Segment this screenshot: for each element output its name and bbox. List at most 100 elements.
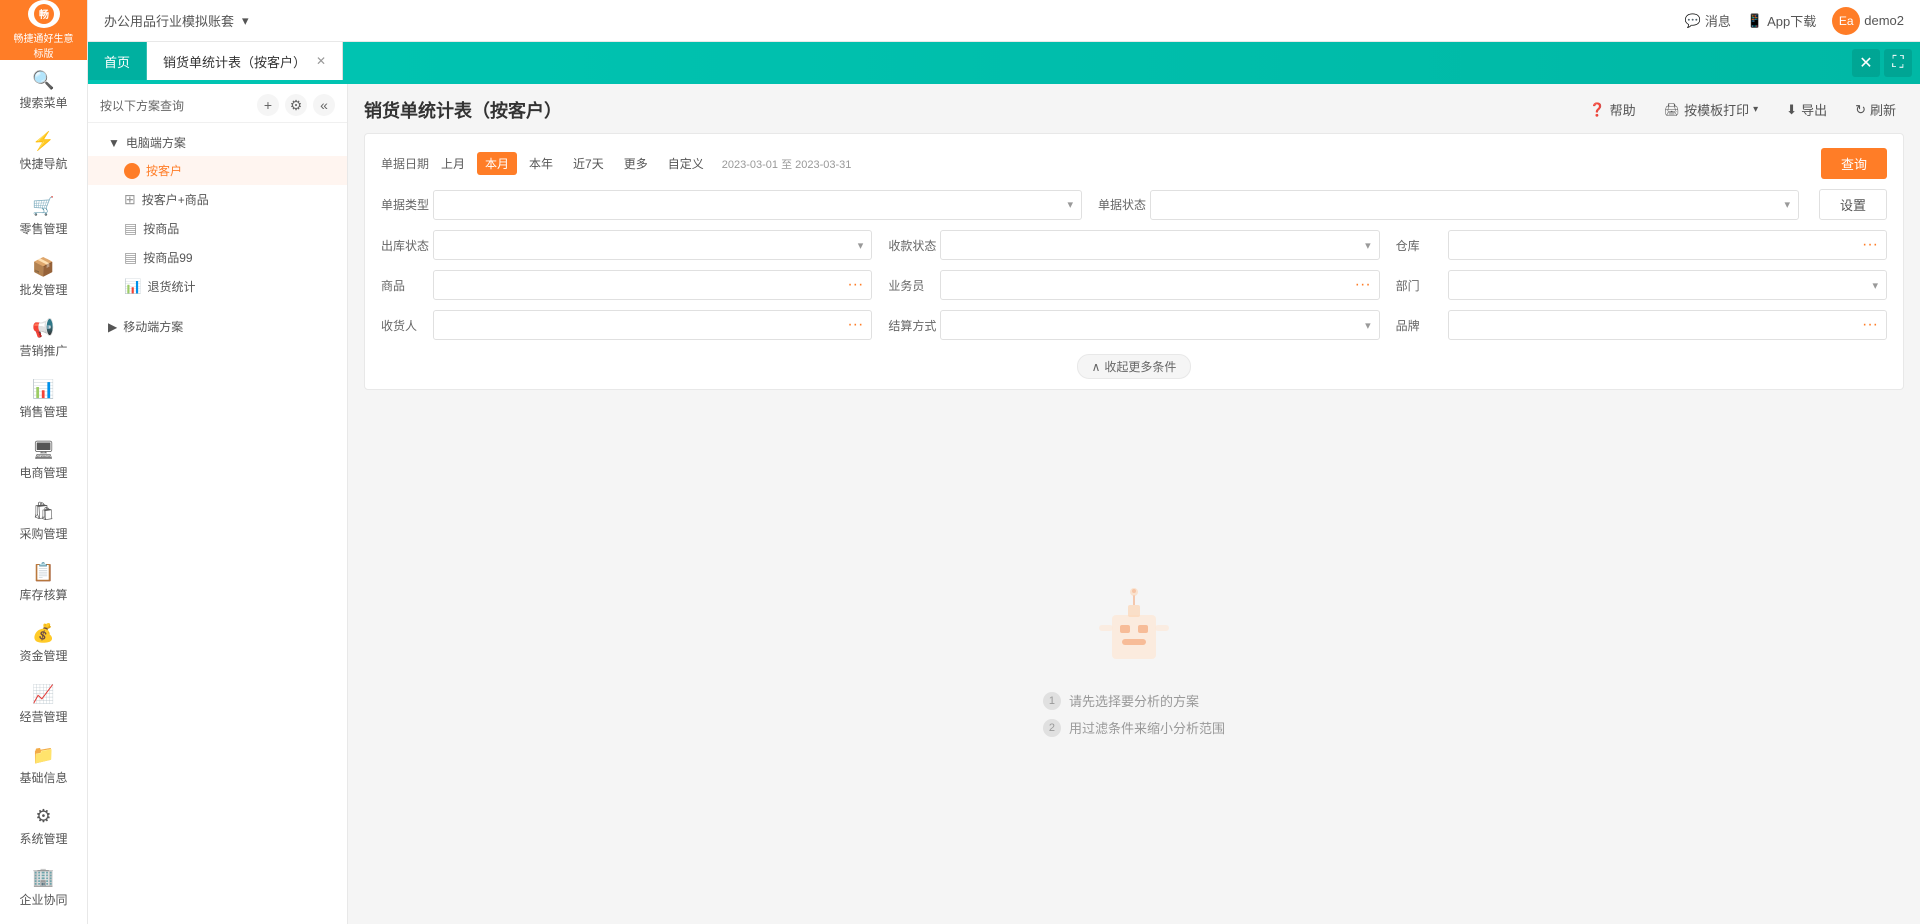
sidebar-item-finance[interactable]: 💰 资金管理: [0, 613, 87, 674]
goods-control[interactable]: ···: [433, 270, 872, 300]
app-download-icon: 📱: [1747, 13, 1763, 29]
sidebar-item-label: 基础信息: [19, 769, 67, 786]
doc-status-chevron: ▾: [1784, 198, 1790, 211]
sidebar-item-basic-info[interactable]: 📁 基础信息: [0, 735, 87, 796]
mobile-group-header[interactable]: ▶ 移动端方案: [88, 313, 347, 340]
refresh-btn[interactable]: ↻ 刷新: [1847, 96, 1904, 123]
enterprise-icon: 🏢: [32, 867, 54, 888]
ecom-icon: 🖥: [32, 440, 55, 461]
tab-home[interactable]: 首页: [88, 42, 147, 80]
date-btn-7days[interactable]: 近7天: [565, 152, 612, 175]
filter-row-2: 出库状态 ▾ 收款状态 ▾: [381, 230, 1887, 260]
nav-bar: 首页 销货单统计表（按客户） ✕ ✕ ⛶: [88, 42, 1920, 84]
mobile-scheme-group: ▶ 移动端方案: [88, 307, 347, 346]
doc-status-field: 单据状态 ▾: [1098, 190, 1799, 220]
date-btn-more[interactable]: 更多: [616, 152, 656, 175]
scheme-item-by-customer-goods[interactable]: ⊞ 按客户+商品: [88, 185, 347, 214]
top-header: 办公用品行业模拟账套 ▾ 💬 消息 📱 App下载 Ea demo2: [88, 0, 1920, 42]
sidebar-item-search-menu[interactable]: 🔍 搜索菜单: [0, 60, 87, 121]
right-panel: 销货单统计表（按客户） ❓ 帮助 🖨 按模板打印 ▾ ⬇ 导出: [348, 84, 1920, 924]
scheme-item-by-goods99[interactable]: ▤ 按商品99: [88, 243, 347, 272]
out-status-field: 出库状态 ▾: [381, 230, 872, 260]
tab-bar-actions: ✕ ⛶: [1852, 49, 1920, 77]
desktop-group-header[interactable]: ▼ 电脑端方案: [88, 129, 347, 156]
tab-sales-stat[interactable]: 销货单统计表（按客户） ✕: [147, 42, 343, 80]
sidebar-item-label: 库存核算: [19, 586, 67, 603]
sidebar-item-wholesale-mgmt[interactable]: 📦 批发管理: [0, 247, 87, 308]
scheme-item-label: 按客户: [146, 162, 182, 179]
sidebar-item-purchase-mgmt[interactable]: 🛍 采购管理: [0, 491, 87, 552]
receipt-status-control[interactable]: ▾: [940, 230, 1379, 260]
scheme-item-label: 按商品: [143, 220, 179, 237]
sidebar-item-quick-nav[interactable]: ⚡ 快捷导航: [0, 121, 87, 182]
export-btn[interactable]: ⬇ 导出: [1778, 96, 1835, 123]
doc-status-control[interactable]: ▾: [1150, 190, 1799, 220]
user-profile-btn[interactable]: Ea demo2: [1832, 7, 1904, 35]
left-panel: 按以下方案查询 + ⚙ « ▼ 电脑端方案 按客户: [88, 84, 348, 924]
dept-control[interactable]: ▾: [1448, 270, 1887, 300]
left-panel-header: 按以下方案查询 + ⚙ «: [88, 84, 347, 123]
template-print-btn[interactable]: 🖨 按模板打印 ▾: [1656, 96, 1767, 123]
purchase-icon: 🛍: [32, 501, 55, 522]
empty-hint-1-text: 请先选择要分析的方案: [1069, 691, 1199, 710]
collapse-panel-btn[interactable]: «: [313, 94, 335, 116]
sidebar-item-sales-mgmt[interactable]: 📊 销售管理: [0, 369, 87, 430]
out-status-control[interactable]: ▾: [433, 230, 872, 260]
filter-area: 单据日期 上月 本月 本年 近7天 更多 自定义 2023-03-01 至 20…: [364, 133, 1904, 390]
sidebar-item-operations[interactable]: 📈 经营管理: [0, 674, 87, 735]
date-btn-last-month[interactable]: 上月: [433, 152, 473, 175]
settlement-field: 结算方式 ▾: [888, 310, 1379, 340]
date-btn-custom[interactable]: 自定义: [660, 152, 712, 175]
doc-type-control[interactable]: ▾: [433, 190, 1082, 220]
sidebar-item-marketing[interactable]: 📢 营销推广: [0, 308, 87, 369]
goods-field: 商品 ···: [381, 270, 872, 300]
app-download-label: App下载: [1767, 11, 1816, 30]
scheme-item-return-stat[interactable]: 📊 退货统计: [88, 272, 347, 301]
print-icon: 🖨: [1664, 102, 1681, 118]
refresh-label: 刷新: [1870, 100, 1896, 119]
message-btn[interactable]: 💬 消息: [1685, 11, 1731, 30]
recipient-label: 收货人: [381, 317, 433, 334]
brand-label: 品牌: [1396, 317, 1448, 334]
user-avatar: Ea: [1832, 7, 1860, 35]
goods-label: 商品: [381, 277, 433, 294]
sidebar-item-ecom-mgmt[interactable]: 🖥 电商管理: [0, 430, 87, 491]
help-btn[interactable]: ❓ 帮助: [1581, 96, 1643, 123]
add-scheme-btn[interactable]: +: [257, 94, 279, 116]
warehouse-control[interactable]: ···: [1448, 230, 1887, 260]
recipient-control[interactable]: ···: [433, 310, 872, 340]
warehouse-label: 仓库: [1396, 237, 1448, 254]
out-status-chevron: ▾: [858, 239, 864, 252]
settings-scheme-btn[interactable]: ⚙: [285, 94, 307, 116]
tab-maximize-action[interactable]: ⛶: [1884, 49, 1912, 77]
svg-text:畅: 畅: [39, 8, 49, 21]
recipient-field: 收货人 ···: [381, 310, 872, 340]
settings-btn[interactable]: 设置: [1819, 189, 1887, 220]
scheme-item-by-customer[interactable]: 按客户: [88, 156, 347, 185]
sidebar-item-sys-mgmt[interactable]: ⚙ 系统管理: [0, 796, 87, 857]
sidebar-item-inventory[interactable]: 📋 库存核算: [0, 552, 87, 613]
salesperson-control[interactable]: ···: [940, 270, 1379, 300]
tab-close-btn[interactable]: ✕: [316, 54, 326, 68]
app-download-btn[interactable]: 📱 App下载: [1747, 11, 1816, 30]
breadcrumb-text: 办公用品行业模拟账套: [104, 11, 234, 30]
table-icon: ▤: [124, 220, 137, 237]
collapse-btn[interactable]: ∧ 收起更多条件: [1077, 354, 1192, 379]
query-btn[interactable]: 查询: [1821, 148, 1887, 179]
settlement-control[interactable]: ▾: [940, 310, 1379, 340]
sidebar-item-enterprise[interactable]: 🏢 企业协同: [0, 857, 87, 918]
warehouse-field: 仓库 ···: [1396, 230, 1887, 260]
message-icon: 💬: [1685, 13, 1701, 29]
sidebar: 畅 畅捷通好生意 标版 🔍 搜索菜单 ⚡ 快捷导航 🛒 零售管理 📦 批发管理 …: [0, 0, 88, 924]
sidebar-item-retail-mgmt[interactable]: 🛒 零售管理: [0, 186, 87, 247]
date-label: 单据日期: [381, 155, 433, 172]
doc-type-label: 单据类型: [381, 196, 433, 213]
scheme-item-by-goods[interactable]: ▤ 按商品: [88, 214, 347, 243]
date-btn-this-year[interactable]: 本年: [521, 152, 561, 175]
tab-close-action[interactable]: ✕: [1852, 49, 1880, 77]
brand-control[interactable]: ···: [1448, 310, 1887, 340]
empty-hint-2-text: 用过滤条件来缩小分析范围: [1069, 718, 1225, 737]
sidebar-item-label: 营销推广: [19, 342, 67, 359]
date-btn-this-month[interactable]: 本月: [477, 152, 517, 175]
sidebar-item-new-guide[interactable]: 🎯 新手引导: [0, 918, 87, 924]
